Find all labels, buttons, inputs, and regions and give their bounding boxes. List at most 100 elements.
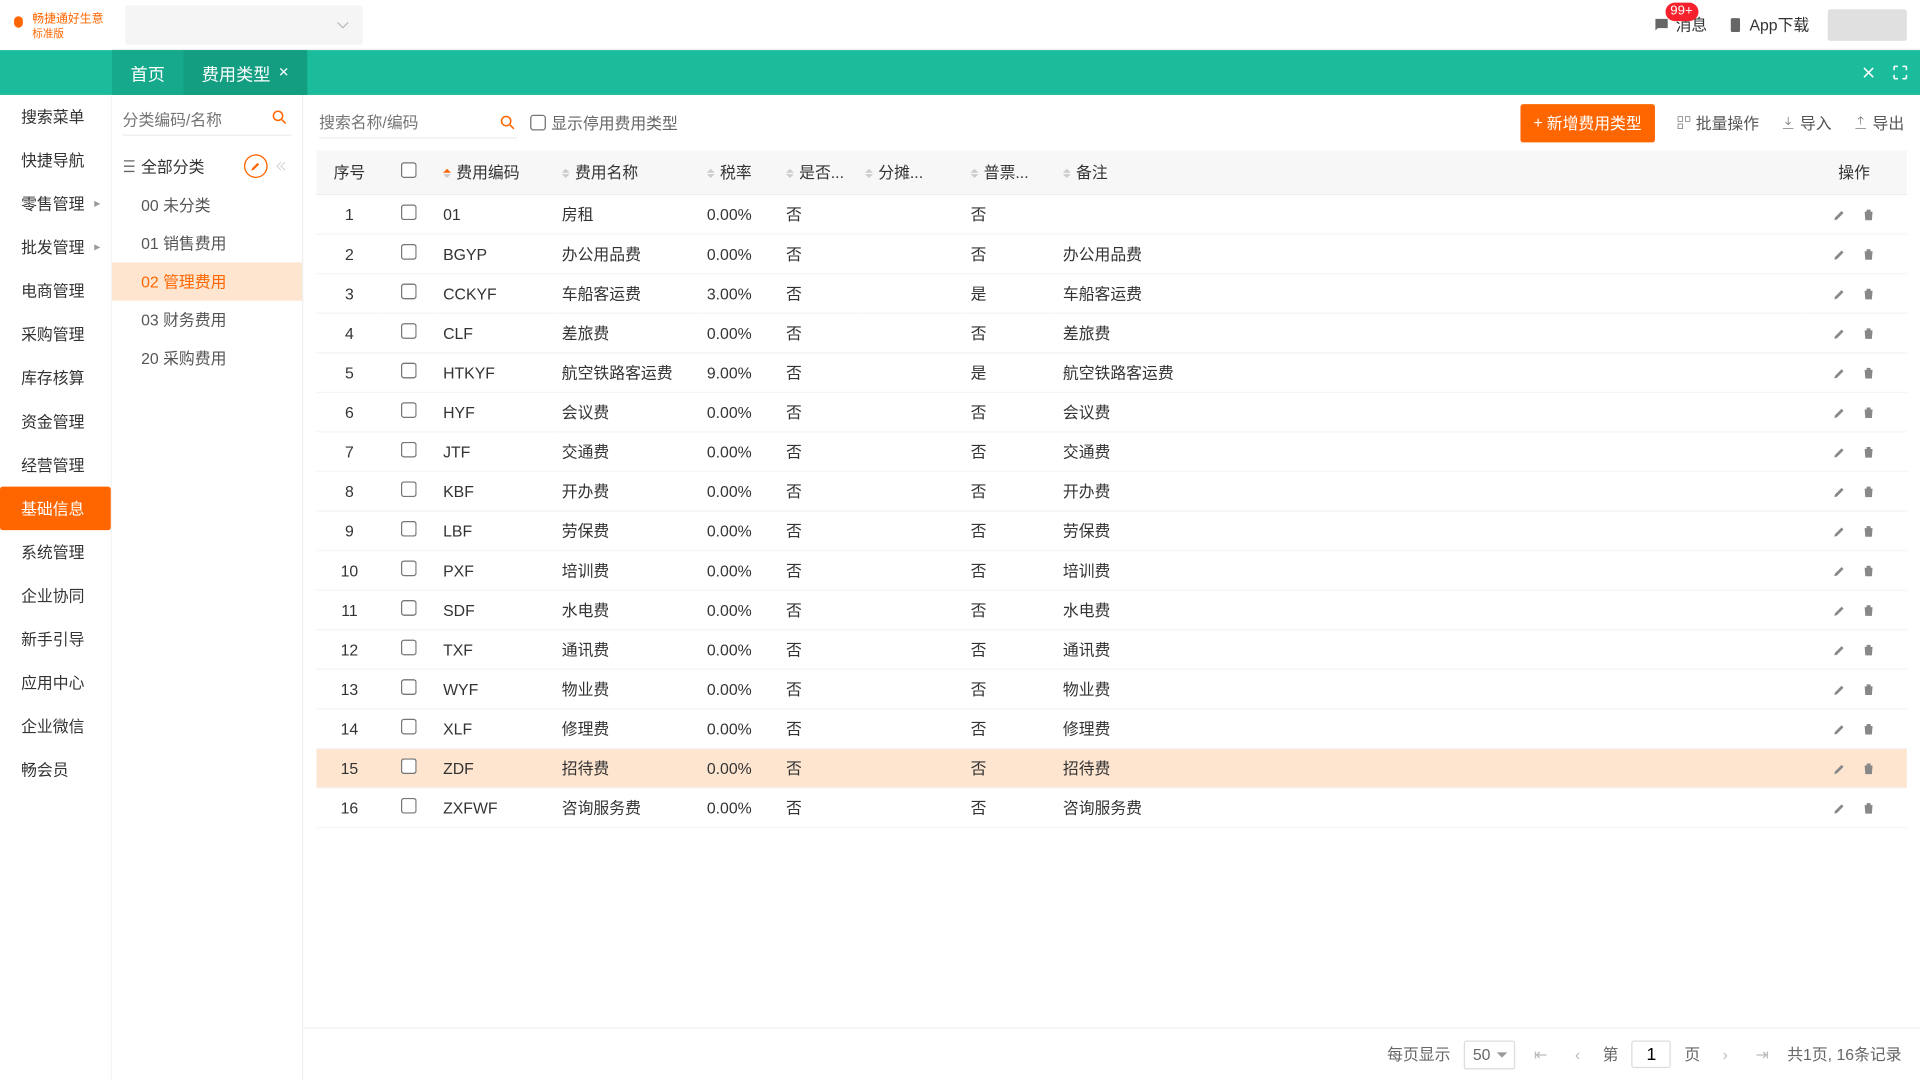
search-icon[interactable] xyxy=(270,108,288,126)
delete-icon[interactable] xyxy=(1861,523,1877,539)
sidebar-item[interactable]: 搜索菜单 xyxy=(0,95,111,139)
row-checkbox[interactable] xyxy=(401,719,417,735)
sidebar-item[interactable]: 资金管理 xyxy=(0,400,111,444)
row-checkbox[interactable] xyxy=(401,284,417,300)
delete-icon[interactable] xyxy=(1861,246,1877,262)
table-row[interactable]: 7JTF交通费0.00%否否交通费 xyxy=(316,432,1906,472)
sidebar-item[interactable]: 采购管理 xyxy=(0,313,111,357)
sidebar-item[interactable]: 企业微信 xyxy=(0,704,111,748)
edit-icon[interactable] xyxy=(1832,760,1848,776)
category-item[interactable]: 01 销售费用 xyxy=(112,224,302,262)
table-row[interactable]: 14XLF修理费0.00%否否修理费 xyxy=(316,709,1906,749)
table-row[interactable]: 13WYF物业费0.00%否否物业费 xyxy=(316,669,1906,709)
new-fee-type-button[interactable]: + 新增费用类型 xyxy=(1520,104,1655,142)
sidebar-item[interactable]: 经营管理 xyxy=(0,443,111,487)
sidebar-item[interactable]: 应用中心 xyxy=(0,661,111,705)
sidebar-item[interactable]: 电商管理 xyxy=(0,269,111,313)
table-row[interactable]: 5HTKYF航空铁路客运费9.00%否是航空铁路客运费 xyxy=(316,353,1906,393)
show-disabled-input[interactable] xyxy=(530,115,546,131)
sidebar-item[interactable]: 批发管理▸ xyxy=(0,225,111,269)
edit-icon[interactable] xyxy=(1832,483,1848,499)
all-categories-label[interactable]: 全部分类 xyxy=(141,155,244,177)
tree-toggle-icon[interactable] xyxy=(123,160,136,173)
table-row[interactable]: 2BGYP办公用品费0.00%否否办公用品费 xyxy=(316,234,1906,274)
sidebar-item[interactable]: 畅会员 xyxy=(0,748,111,792)
table-search-input[interactable] xyxy=(319,107,517,137)
edit-icon[interactable] xyxy=(1832,721,1848,737)
col-code[interactable]: 费用编码 xyxy=(435,150,554,194)
delete-icon[interactable] xyxy=(1861,760,1877,776)
table-row[interactable]: 16ZXFWF咨询服务费0.00%否否咨询服务费 xyxy=(316,788,1906,828)
edit-category-button[interactable] xyxy=(244,154,268,178)
edit-icon[interactable] xyxy=(1832,444,1848,460)
category-item[interactable]: 03 财务费用 xyxy=(112,301,302,339)
row-checkbox[interactable] xyxy=(401,204,417,220)
edit-icon[interactable] xyxy=(1832,206,1848,222)
delete-icon[interactable] xyxy=(1861,483,1877,499)
company-dropdown[interactable] xyxy=(125,5,362,45)
prev-page-button[interactable]: ‹ xyxy=(1566,1042,1590,1066)
row-checkbox[interactable] xyxy=(401,798,417,814)
sidebar-item[interactable]: 快捷导航 xyxy=(0,138,111,182)
row-checkbox[interactable] xyxy=(401,442,417,458)
sidebar-item[interactable]: 库存核算 xyxy=(0,356,111,400)
edit-icon[interactable] xyxy=(1832,404,1848,420)
category-item[interactable]: 00 未分类 xyxy=(112,186,302,224)
col-rate[interactable]: 税率 xyxy=(699,150,778,194)
import-button[interactable]: 导入 xyxy=(1780,111,1831,133)
edit-icon[interactable] xyxy=(1832,642,1848,658)
export-button[interactable]: 导出 xyxy=(1853,111,1904,133)
delete-icon[interactable] xyxy=(1861,562,1877,578)
sidebar-item[interactable]: 系统管理 xyxy=(0,530,111,574)
delete-icon[interactable] xyxy=(1861,800,1877,816)
sidebar-item[interactable]: 新手引导 xyxy=(0,617,111,661)
delete-icon[interactable] xyxy=(1861,404,1877,420)
sidebar-item[interactable]: 基础信息 xyxy=(0,487,111,531)
first-page-button[interactable]: ⇤ xyxy=(1529,1042,1553,1066)
delete-icon[interactable] xyxy=(1861,681,1877,697)
table-row[interactable]: 8KBF开办费0.00%否否开办费 xyxy=(316,471,1906,511)
row-checkbox[interactable] xyxy=(401,402,417,418)
col-checkbox[interactable] xyxy=(382,150,435,194)
tab-close-all-icon[interactable] xyxy=(1859,63,1877,81)
search-icon[interactable] xyxy=(498,113,516,131)
last-page-button[interactable]: ⇥ xyxy=(1750,1042,1774,1066)
sidebar-item[interactable]: 企业协同 xyxy=(0,574,111,618)
sidebar-item[interactable]: 零售管理▸ xyxy=(0,182,111,226)
select-all-checkbox[interactable] xyxy=(401,162,417,178)
delete-icon[interactable] xyxy=(1861,642,1877,658)
logo[interactable]: 畅捷通好生意 标准版 xyxy=(0,0,112,49)
delete-icon[interactable] xyxy=(1861,365,1877,381)
table-row[interactable]: 10PXF培训费0.00%否否培训费 xyxy=(316,551,1906,591)
edit-icon[interactable] xyxy=(1832,602,1848,618)
col-voucher[interactable]: 普票... xyxy=(963,150,1055,194)
delete-icon[interactable] xyxy=(1861,602,1877,618)
row-checkbox[interactable] xyxy=(401,323,417,339)
table-row[interactable]: 15ZDF招待费0.00%否否招待费 xyxy=(316,748,1906,788)
edit-icon[interactable] xyxy=(1832,365,1848,381)
table-row[interactable]: 3CCKYF车船客运费3.00%否是车船客运费 xyxy=(316,274,1906,314)
tab-active[interactable]: 费用类型 ✕ xyxy=(183,50,307,95)
row-checkbox[interactable] xyxy=(401,679,417,695)
tab-home[interactable]: 首页 xyxy=(112,50,183,95)
show-disabled-checkbox[interactable]: 显示停用费用类型 xyxy=(530,111,678,133)
collapse-panel-icon[interactable] xyxy=(276,158,292,174)
category-item[interactable]: 02 管理费用 xyxy=(112,262,302,300)
row-checkbox[interactable] xyxy=(401,363,417,379)
row-checkbox[interactable] xyxy=(401,600,417,616)
row-checkbox[interactable] xyxy=(401,560,417,576)
tab-close-icon[interactable]: ✕ xyxy=(278,65,289,80)
row-checkbox[interactable] xyxy=(401,521,417,537)
per-page-select[interactable]: 50 xyxy=(1464,1040,1516,1069)
col-bool1[interactable]: 是否... xyxy=(778,150,857,194)
edit-icon[interactable] xyxy=(1832,285,1848,301)
delete-icon[interactable] xyxy=(1861,285,1877,301)
messages-link[interactable]: 消息 99+ xyxy=(1652,13,1707,35)
row-checkbox[interactable] xyxy=(401,640,417,656)
col-remark[interactable]: 备注 xyxy=(1055,150,1801,194)
table-row[interactable]: 11SDF水电费0.00%否否水电费 xyxy=(316,590,1906,630)
avatar[interactable] xyxy=(1828,9,1907,41)
page-input[interactable] xyxy=(1632,1040,1672,1068)
batch-action-button[interactable]: 批量操作 xyxy=(1676,111,1759,133)
table-row[interactable]: 101房租0.00%否否 xyxy=(316,195,1906,235)
